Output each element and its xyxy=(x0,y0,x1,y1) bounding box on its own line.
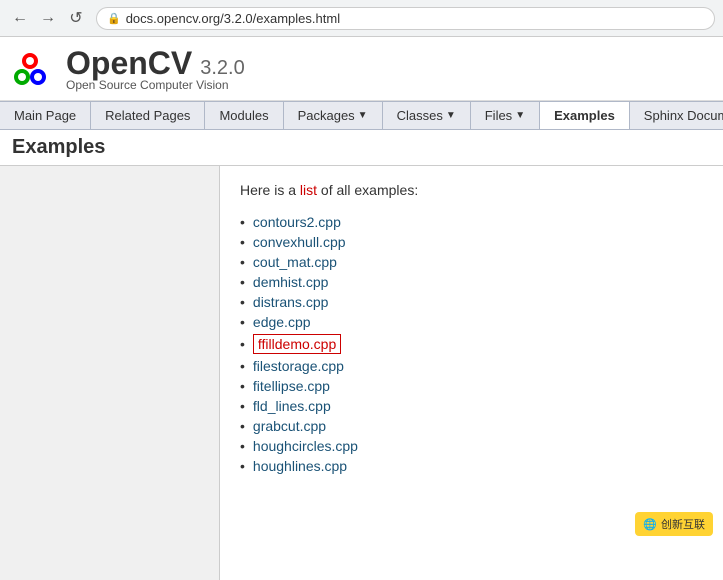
lock-icon: 🔒 xyxy=(107,12,121,25)
intro-text: Here is a list of all examples: xyxy=(240,182,703,198)
nav-sphinx[interactable]: Sphinx Docume xyxy=(630,102,723,129)
back-button[interactable]: ← xyxy=(8,6,32,30)
opencv-title: OpenCV xyxy=(66,45,192,82)
nav-files[interactable]: Files ▼ xyxy=(471,102,540,129)
list-item: houghcircles.cpp xyxy=(240,436,703,456)
list-item: grabcut.cpp xyxy=(240,416,703,436)
list-item: ffilldemo.cpp xyxy=(240,332,703,356)
file-link[interactable]: contours2.cpp xyxy=(253,214,341,230)
nav-examples[interactable]: Examples xyxy=(540,102,630,129)
reload-button[interactable]: ↺ xyxy=(64,6,88,30)
file-link[interactable]: filestorage.cpp xyxy=(253,358,344,374)
list-item: distrans.cpp xyxy=(240,292,703,312)
opencv-header: OpenCV 3.2.0 Open Source Computer Vision xyxy=(0,37,723,101)
intro-highlight: list xyxy=(300,182,317,198)
nav-buttons: ← → ↺ xyxy=(8,6,88,30)
url-text: docs.opencv.org/3.2.0/examples.html xyxy=(126,11,340,26)
opencv-logo xyxy=(12,51,56,87)
address-bar[interactable]: 🔒 docs.opencv.org/3.2.0/examples.html xyxy=(96,7,715,30)
opencv-subtitle: Open Source Computer Vision xyxy=(66,78,245,92)
forward-button[interactable]: → xyxy=(36,6,60,30)
list-item: houghlines.cpp xyxy=(240,456,703,476)
list-item: fitellipse.cpp xyxy=(240,376,703,396)
list-item: fld_lines.cpp xyxy=(240,396,703,416)
file-link[interactable]: grabcut.cpp xyxy=(253,418,326,434)
file-link[interactable]: distrans.cpp xyxy=(253,294,328,310)
classes-dropdown-arrow: ▼ xyxy=(446,110,456,121)
page-title: Examples xyxy=(12,136,105,158)
watermark: 🌐 创新互联 xyxy=(635,512,713,536)
page-content: Here is a list of all examples: contours… xyxy=(0,166,723,580)
nav-related-pages[interactable]: Related Pages xyxy=(91,102,205,129)
file-link[interactable]: houghcircles.cpp xyxy=(253,438,358,454)
watermark-icon: 🌐 xyxy=(643,518,657,531)
file-link[interactable]: ffilldemo.cpp xyxy=(253,334,341,354)
list-item: edge.cpp xyxy=(240,312,703,332)
list-item: filestorage.cpp xyxy=(240,356,703,376)
watermark-label: 创新互联 xyxy=(661,516,705,532)
file-link[interactable]: edge.cpp xyxy=(253,314,311,330)
opencv-title-group: OpenCV 3.2.0 Open Source Computer Vision xyxy=(66,45,245,92)
file-link[interactable]: fld_lines.cpp xyxy=(253,398,331,414)
file-link[interactable]: cout_mat.cpp xyxy=(253,254,337,270)
list-item: contours2.cpp xyxy=(240,212,703,232)
file-link[interactable]: houghlines.cpp xyxy=(253,458,347,474)
opencv-version: 3.2.0 xyxy=(200,57,244,80)
file-link[interactable]: convexhull.cpp xyxy=(253,234,346,250)
browser-toolbar: ← → ↺ 🔒 docs.opencv.org/3.2.0/examples.h… xyxy=(0,0,723,36)
nav-modules[interactable]: Modules xyxy=(205,102,283,129)
list-item: demhist.cpp xyxy=(240,272,703,292)
files-dropdown-arrow: ▼ xyxy=(515,110,525,121)
list-item: convexhull.cpp xyxy=(240,232,703,252)
packages-dropdown-arrow: ▼ xyxy=(358,110,368,121)
file-link[interactable]: demhist.cpp xyxy=(253,274,328,290)
opencv-logo-svg xyxy=(12,51,48,87)
sidebar xyxy=(0,166,220,580)
nav-packages[interactable]: Packages ▼ xyxy=(284,102,383,129)
page-title-bar: Examples xyxy=(0,130,723,166)
file-link[interactable]: fitellipse.cpp xyxy=(253,378,330,394)
file-list: contours2.cpp convexhull.cpp cout_mat.cppd… xyxy=(240,212,703,476)
browser-chrome: ← → ↺ 🔒 docs.opencv.org/3.2.0/examples.h… xyxy=(0,0,723,37)
nav-bar: Main Page Related Pages Modules Packages… xyxy=(0,101,723,130)
nav-classes[interactable]: Classes ▼ xyxy=(383,102,471,129)
nav-main-page[interactable]: Main Page xyxy=(0,102,91,129)
list-item: cout_mat.cpp xyxy=(240,252,703,272)
